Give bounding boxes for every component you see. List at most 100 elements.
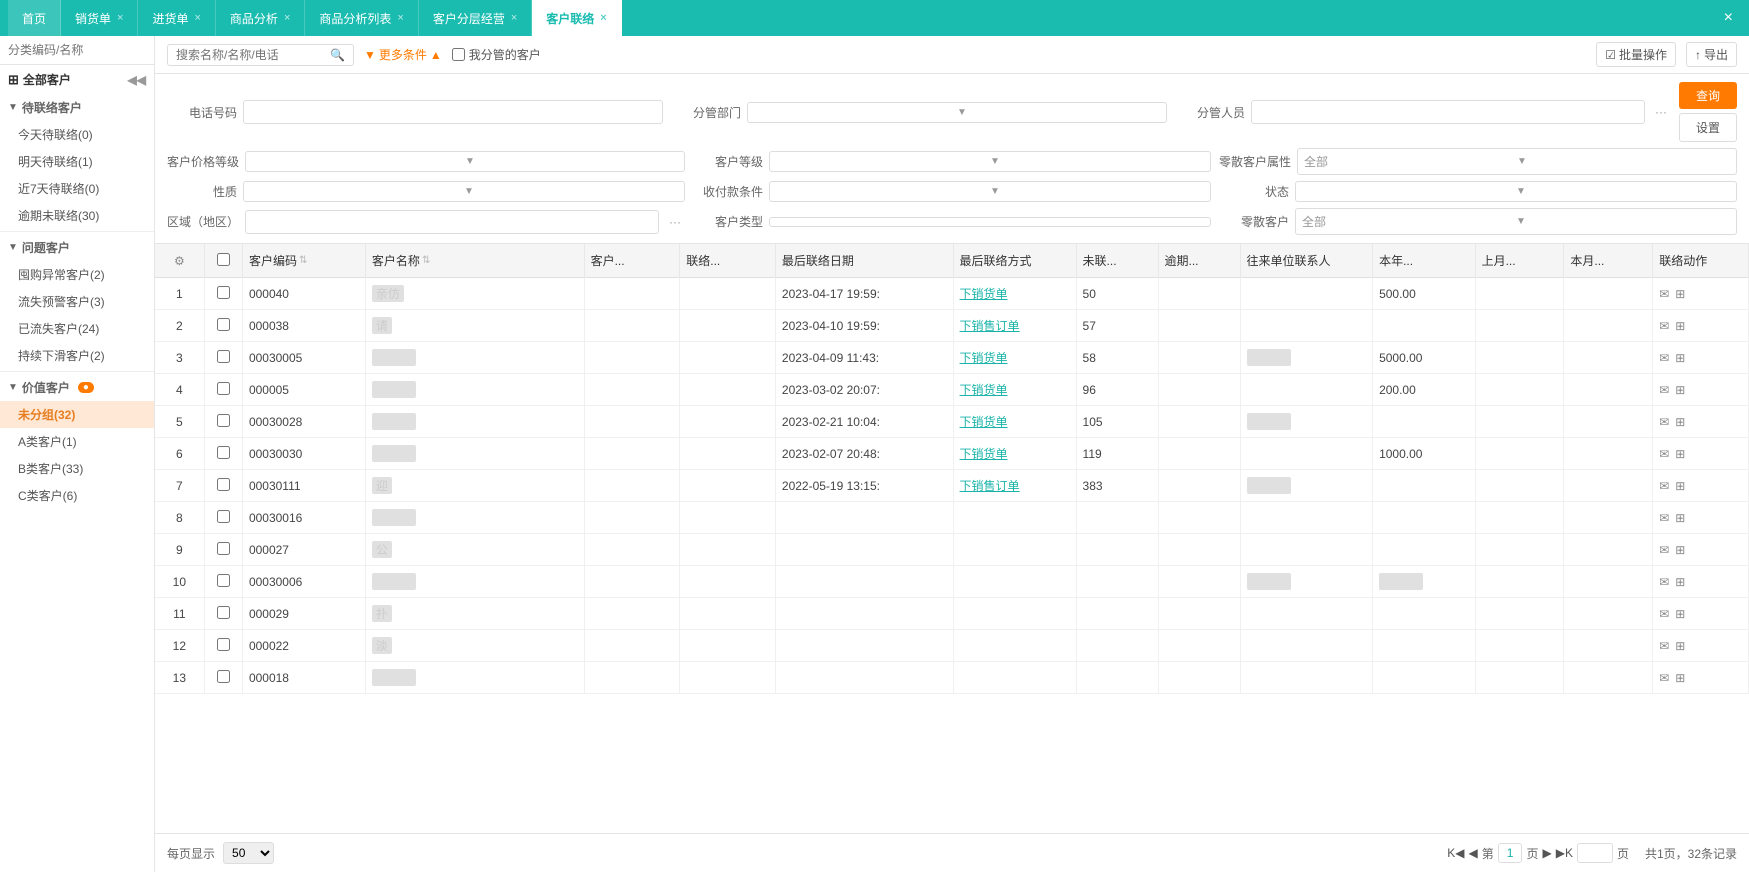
checkbox-cell[interactable] — [204, 342, 242, 374]
checkbox-cell[interactable] — [204, 406, 242, 438]
tab-sales-close[interactable]: × — [117, 12, 123, 24]
sidebar-group-value[interactable]: ▼ 价值客户 ● — [0, 374, 154, 401]
tab-purchase[interactable]: 进货单 × — [138, 0, 215, 36]
page-jump-input[interactable] — [1577, 843, 1613, 863]
row-checkbox[interactable] — [217, 638, 230, 651]
grid-action-icon[interactable]: ⊞ — [1675, 287, 1685, 301]
sidebar-item-abnormal[interactable]: 囤购异常客户(2) — [0, 261, 154, 288]
sidebar-item-overdue-unlinked[interactable]: 逾期未联络(30) — [0, 202, 154, 229]
grid-action-icon[interactable]: ⊞ — [1675, 639, 1685, 653]
th-name[interactable]: 客户名称 ⇅ — [365, 244, 584, 278]
status-select[interactable]: ▼ — [1295, 181, 1737, 202]
staff-more-icon[interactable]: ··· — [1651, 105, 1671, 119]
message-action-icon[interactable]: ✉ — [1659, 607, 1669, 621]
sidebar-group-problem[interactable]: ▼ 问题客户 — [0, 234, 154, 261]
region-more-icon[interactable]: ··· — [665, 215, 685, 229]
message-action-icon[interactable]: ✉ — [1659, 543, 1669, 557]
staff-input[interactable] — [1251, 100, 1645, 124]
link-cell[interactable]: 下销货单 — [960, 351, 1008, 365]
th-last-date[interactable]: 最后联络日期 — [775, 244, 953, 278]
message-action-icon[interactable]: ✉ — [1659, 287, 1669, 301]
payment-select[interactable]: ▼ — [769, 181, 1211, 202]
checkbox-cell[interactable] — [204, 566, 242, 598]
grid-action-icon[interactable]: ⊞ — [1675, 415, 1685, 429]
grid-action-icon[interactable]: ⊞ — [1675, 383, 1685, 397]
message-action-icon[interactable]: ✉ — [1659, 639, 1669, 653]
th-code[interactable]: 客户编码 ⇅ — [242, 244, 365, 278]
sidebar-item-week[interactable]: 近7天待联络(0) — [0, 175, 154, 202]
th-unlink-days[interactable]: 未联... — [1076, 244, 1158, 278]
page-size-select[interactable]: 50 100 200 — [223, 842, 274, 864]
sidebar-item-type-b[interactable]: B类客户(33) — [0, 455, 154, 482]
tab-customer-tier-close[interactable]: × — [511, 12, 517, 24]
grid-action-icon[interactable]: ⊞ — [1675, 543, 1685, 557]
checkbox-cell[interactable] — [204, 374, 242, 406]
th-last-month[interactable]: 上月... — [1475, 244, 1564, 278]
grid-action-icon[interactable]: ⊞ — [1675, 671, 1685, 685]
tab-home[interactable]: 首页 — [8, 0, 61, 36]
sidebar-item-type-c[interactable]: C类客户(6) — [0, 482, 154, 509]
tab-sales[interactable]: 销货单 × — [61, 0, 138, 36]
sidebar-all-customers[interactable]: ⊞ 全部客户 ◀◀ — [0, 65, 154, 94]
th-last-method[interactable]: 最后联络方式 — [953, 244, 1076, 278]
message-action-icon[interactable]: ✉ — [1659, 319, 1669, 333]
row-checkbox[interactable] — [217, 286, 230, 299]
checkbox-cell[interactable] — [204, 662, 242, 694]
retail-customer-select[interactable]: 全部 ▼ — [1295, 208, 1737, 235]
dept-select[interactable]: ▼ — [747, 102, 1167, 123]
row-checkbox[interactable] — [217, 542, 230, 555]
message-action-icon[interactable]: ✉ — [1659, 383, 1669, 397]
my-customers-checkbox[interactable] — [452, 48, 465, 61]
checkbox-cell[interactable] — [204, 630, 242, 662]
tab-goods-analysis-close[interactable]: × — [284, 12, 290, 24]
th-settings[interactable]: ⚙ — [155, 244, 204, 278]
link-cell[interactable]: 下销货单 — [960, 383, 1008, 397]
grid-action-icon[interactable]: ⊞ — [1675, 319, 1685, 333]
tab-purchase-close[interactable]: × — [194, 12, 200, 24]
export-button[interactable]: ↑ 导出 — [1686, 42, 1737, 67]
row-checkbox[interactable] — [217, 478, 230, 491]
select-all-checkbox[interactable] — [217, 253, 230, 266]
collapse-icon[interactable]: ◀◀ — [128, 73, 146, 87]
grid-action-icon[interactable]: ⊞ — [1675, 607, 1685, 621]
link-cell[interactable]: 下销货单 — [960, 415, 1008, 429]
checkbox-cell[interactable] — [204, 278, 242, 310]
message-action-icon[interactable]: ✉ — [1659, 575, 1669, 589]
grid-action-icon[interactable]: ⊞ — [1675, 479, 1685, 493]
region-input[interactable] — [245, 210, 659, 234]
sidebar-item-tomorrow[interactable]: 明天待联络(1) — [0, 148, 154, 175]
last-page-button[interactable]: ▶K — [1556, 846, 1573, 860]
grid-action-icon[interactable]: ⊞ — [1675, 575, 1685, 589]
message-action-icon[interactable]: ✉ — [1659, 447, 1669, 461]
message-action-icon[interactable]: ✉ — [1659, 415, 1669, 429]
th-checkbox[interactable] — [204, 244, 242, 278]
sidebar-item-declining[interactable]: 持续下滑客户(2) — [0, 342, 154, 369]
checkbox-cell[interactable] — [204, 438, 242, 470]
row-checkbox[interactable] — [217, 318, 230, 331]
tab-goods-analysis-list-close[interactable]: × — [397, 12, 403, 24]
more-conditions-button[interactable]: ▼ 更多条件 ▲ — [364, 46, 442, 63]
customer-tier-select[interactable]: ▼ — [769, 151, 1211, 172]
th-action[interactable]: 联络动作 — [1653, 244, 1749, 278]
sidebar-item-today[interactable]: 今天待联络(0) — [0, 121, 154, 148]
link-cell[interactable]: 下销货单 — [960, 287, 1008, 301]
sidebar-item-churn-warning[interactable]: 流失预警客户(3) — [0, 288, 154, 315]
th-year[interactable]: 本年... — [1373, 244, 1475, 278]
checkbox-cell[interactable] — [204, 598, 242, 630]
row-checkbox[interactable] — [217, 446, 230, 459]
search-input[interactable] — [176, 48, 326, 62]
first-page-button[interactable]: K◀ — [1447, 846, 1464, 860]
sidebar-search-input[interactable] — [8, 43, 155, 57]
th-type[interactable]: 客户... — [584, 244, 680, 278]
batch-operations-button[interactable]: ☑ 批量操作 — [1596, 42, 1676, 67]
sidebar-item-ungrouped[interactable]: 未分组(32) — [0, 401, 154, 428]
tab-customer-tier[interactable]: 客户分层经营 × — [419, 0, 532, 36]
link-cell[interactable]: 下销售订单 — [960, 479, 1020, 493]
th-contact[interactable]: 联络... — [680, 244, 776, 278]
checkbox-cell[interactable] — [204, 310, 242, 342]
row-checkbox[interactable] — [217, 670, 230, 683]
th-this-month[interactable]: 本月... — [1564, 244, 1653, 278]
row-checkbox[interactable] — [217, 574, 230, 587]
row-checkbox[interactable] — [217, 510, 230, 523]
settings-icon[interactable]: ⚙ — [174, 254, 185, 268]
